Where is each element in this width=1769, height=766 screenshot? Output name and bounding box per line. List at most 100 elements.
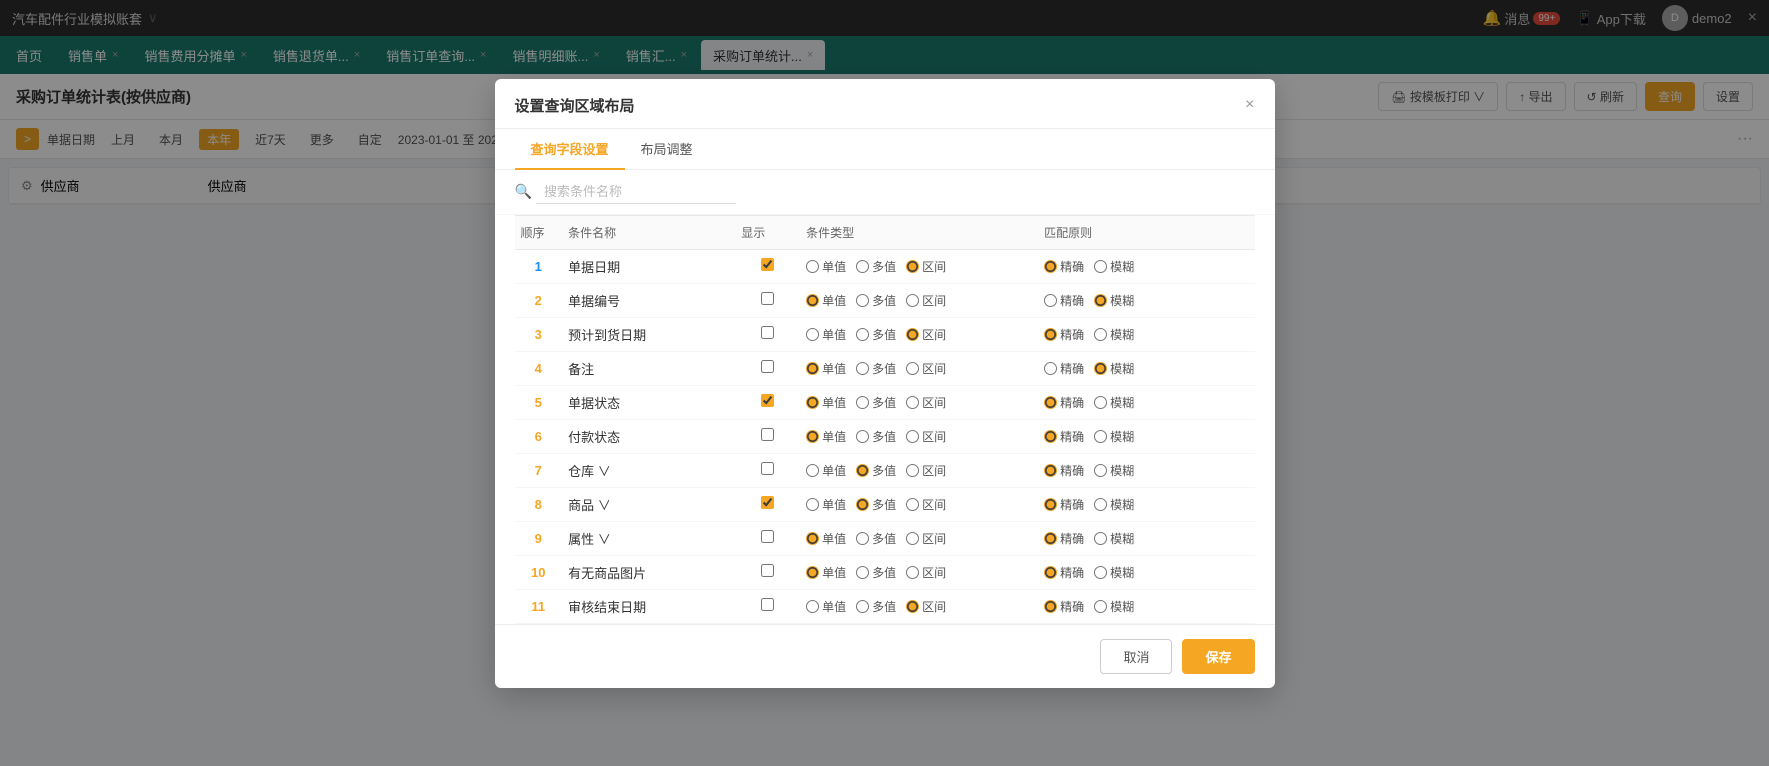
type-radio-range[interactable] (906, 362, 919, 375)
match-radio-exact[interactable] (1044, 464, 1057, 477)
match-radio-label[interactable]: 精确 (1044, 428, 1084, 445)
type-radio-single[interactable] (806, 396, 819, 409)
match-radio-exact[interactable] (1044, 566, 1057, 579)
match-radio-exact[interactable] (1044, 430, 1057, 443)
type-radio-multi[interactable] (856, 260, 869, 273)
cell-show[interactable] (735, 351, 800, 385)
match-radio-fuzzy[interactable] (1094, 328, 1107, 341)
type-radio-single[interactable] (806, 328, 819, 341)
cell-show[interactable] (735, 249, 800, 283)
type-radio-label[interactable]: 单值 (806, 326, 846, 343)
type-radio-range[interactable] (906, 328, 919, 341)
match-radio-exact[interactable] (1044, 328, 1057, 341)
match-radio-fuzzy[interactable] (1094, 498, 1107, 511)
show-checkbox[interactable] (761, 360, 774, 373)
type-radio-range[interactable] (906, 532, 919, 545)
match-radio-fuzzy[interactable] (1094, 260, 1107, 273)
type-radio-single[interactable] (806, 362, 819, 375)
type-radio-label[interactable]: 多值 (856, 462, 896, 479)
type-radio-range[interactable] (906, 260, 919, 273)
match-radio-label[interactable]: 模糊 (1094, 292, 1134, 309)
match-radio-label[interactable]: 精确 (1044, 564, 1084, 581)
type-radio-single[interactable] (806, 430, 819, 443)
show-checkbox[interactable] (761, 564, 774, 577)
type-radio-label[interactable]: 多值 (856, 360, 896, 377)
match-radio-fuzzy[interactable] (1094, 532, 1107, 545)
match-radio-label[interactable]: 模糊 (1094, 564, 1134, 581)
type-radio-label[interactable]: 区间 (906, 598, 946, 615)
type-radio-multi[interactable] (856, 362, 869, 375)
match-radio-label[interactable]: 模糊 (1094, 394, 1134, 411)
cell-show[interactable] (735, 283, 800, 317)
type-radio-label[interactable]: 多值 (856, 394, 896, 411)
cell-show[interactable] (735, 487, 800, 521)
type-radio-range[interactable] (906, 566, 919, 579)
type-radio-label[interactable]: 多值 (856, 496, 896, 513)
type-radio-label[interactable]: 区间 (906, 564, 946, 581)
type-radio-label[interactable]: 单值 (806, 394, 846, 411)
type-radio-label[interactable]: 多值 (856, 598, 896, 615)
type-radio-label[interactable]: 多值 (856, 258, 896, 275)
cell-show[interactable] (735, 453, 800, 487)
type-radio-single[interactable] (806, 532, 819, 545)
show-checkbox[interactable] (761, 326, 774, 339)
match-radio-label[interactable]: 精确 (1044, 326, 1084, 343)
cell-show[interactable] (735, 419, 800, 453)
match-radio-label[interactable]: 精确 (1044, 496, 1084, 513)
match-radio-fuzzy[interactable] (1094, 464, 1107, 477)
match-radio-exact[interactable] (1044, 362, 1057, 375)
match-radio-fuzzy[interactable] (1094, 294, 1107, 307)
match-radio-exact[interactable] (1044, 260, 1057, 273)
cell-show[interactable] (735, 589, 800, 623)
tab-layout-adjust[interactable]: 布局调整 (625, 129, 709, 170)
type-radio-multi[interactable] (856, 498, 869, 511)
type-radio-multi[interactable] (856, 566, 869, 579)
match-radio-exact[interactable] (1044, 532, 1057, 545)
cell-show[interactable] (735, 317, 800, 351)
type-radio-label[interactable]: 单值 (806, 530, 846, 547)
type-radio-label[interactable]: 单值 (806, 496, 846, 513)
type-radio-label[interactable]: 多值 (856, 428, 896, 445)
type-radio-range[interactable] (906, 396, 919, 409)
show-checkbox[interactable] (761, 394, 774, 407)
type-radio-label[interactable]: 单值 (806, 360, 846, 377)
match-radio-fuzzy[interactable] (1094, 430, 1107, 443)
type-radio-range[interactable] (906, 498, 919, 511)
cancel-btn[interactable]: 取消 (1100, 639, 1172, 674)
type-radio-multi[interactable] (856, 396, 869, 409)
tab-query-fields[interactable]: 查询字段设置 (515, 129, 625, 170)
match-radio-fuzzy[interactable] (1094, 600, 1107, 613)
cell-show[interactable] (735, 555, 800, 589)
cell-show[interactable] (735, 521, 800, 555)
match-radio-exact[interactable] (1044, 498, 1057, 511)
type-radio-label[interactable]: 区间 (906, 394, 946, 411)
type-radio-single[interactable] (806, 294, 819, 307)
type-radio-single[interactable] (806, 600, 819, 613)
match-radio-label[interactable]: 模糊 (1094, 530, 1134, 547)
show-checkbox[interactable] (761, 530, 774, 543)
type-radio-label[interactable]: 单值 (806, 258, 846, 275)
match-radio-label[interactable]: 模糊 (1094, 326, 1134, 343)
match-radio-exact[interactable] (1044, 294, 1057, 307)
match-radio-label[interactable]: 精确 (1044, 462, 1084, 479)
show-checkbox[interactable] (761, 258, 774, 271)
type-radio-label[interactable]: 区间 (906, 292, 946, 309)
show-checkbox[interactable] (761, 496, 774, 509)
type-radio-label[interactable]: 区间 (906, 326, 946, 343)
type-radio-range[interactable] (906, 294, 919, 307)
match-radio-label[interactable]: 模糊 (1094, 462, 1134, 479)
type-radio-single[interactable] (806, 566, 819, 579)
match-radio-fuzzy[interactable] (1094, 566, 1107, 579)
type-radio-single[interactable] (806, 498, 819, 511)
type-radio-multi[interactable] (856, 294, 869, 307)
type-radio-label[interactable]: 单值 (806, 292, 846, 309)
type-radio-multi[interactable] (856, 464, 869, 477)
save-btn[interactable]: 保存 (1182, 639, 1254, 674)
match-radio-label[interactable]: 精确 (1044, 598, 1084, 615)
type-radio-label[interactable]: 单值 (806, 462, 846, 479)
type-radio-label[interactable]: 单值 (806, 564, 846, 581)
match-radio-label[interactable]: 精确 (1044, 258, 1084, 275)
type-radio-label[interactable]: 多值 (856, 564, 896, 581)
match-radio-exact[interactable] (1044, 600, 1057, 613)
match-radio-label[interactable]: 精确 (1044, 530, 1084, 547)
